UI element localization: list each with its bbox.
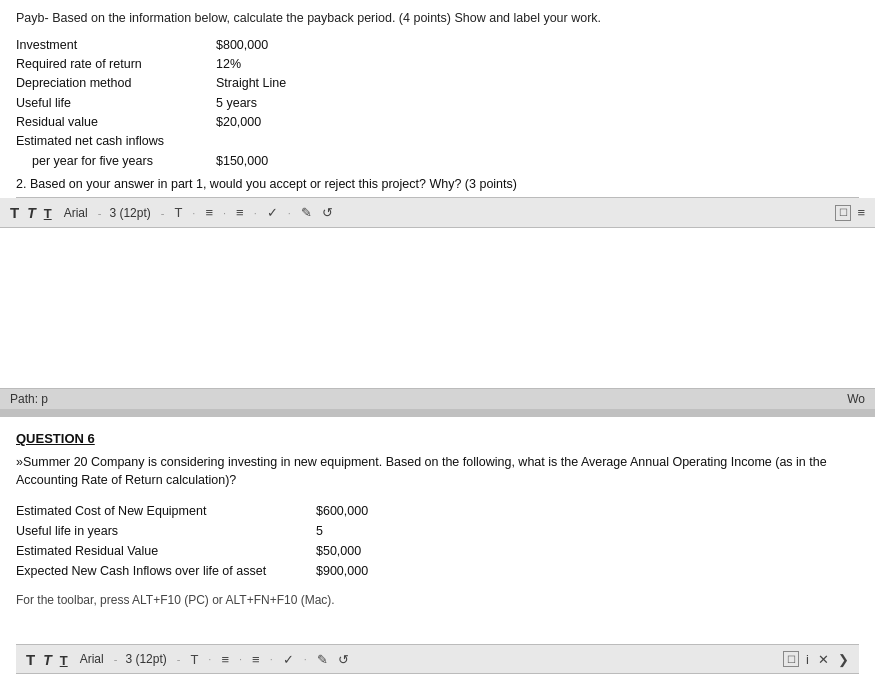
right-icon-expand[interactable]: ❯: [836, 652, 851, 667]
path-bar: Path: p Wo: [0, 388, 875, 409]
text-color-icon-2[interactable]: T: [188, 652, 200, 667]
label-useful-life: Useful life: [16, 94, 216, 113]
sep6: ·: [288, 207, 291, 219]
value-investment: $800,000: [216, 36, 268, 55]
right-icon-close[interactable]: ✕: [816, 652, 831, 667]
label-useful-life-q6: Useful life in years: [16, 521, 316, 541]
top-section: Payb- Based on the information below, ca…: [0, 0, 875, 198]
page-container: Payb- Based on the information below, ca…: [0, 0, 875, 674]
table-row: Estimated Cost of New Equipment $600,000: [16, 501, 859, 521]
text-format-buttons: T T T: [8, 204, 54, 221]
right-icon-info[interactable]: i: [804, 652, 811, 667]
sep5: ·: [254, 207, 257, 219]
table-row: Depreciation method Straight Line: [16, 74, 859, 93]
text-color-icon[interactable]: T: [172, 205, 184, 220]
undo-icon-2[interactable]: ↺: [336, 652, 351, 667]
toolbar-1: T T T Arial - 3 (12pt) - T · ≡ · ≡ · ✓ ·…: [0, 198, 875, 228]
table-row: Expected New Cash Inflows over life of a…: [16, 561, 859, 581]
table-row: Required rate of return 12%: [16, 55, 859, 74]
table-row: Estimated net cash inflows: [16, 132, 859, 151]
italic-button[interactable]: T: [25, 205, 38, 221]
sep1: -: [98, 207, 102, 219]
value-useful-life-q6: 5: [316, 521, 323, 541]
value-equipment-cost: $600,000: [316, 501, 368, 521]
toolbar-2-right: ☐ i ✕ ❯: [783, 651, 851, 667]
section-divider: [0, 409, 875, 417]
path-text: Path: p: [10, 392, 48, 406]
bold-button-2[interactable]: T: [24, 651, 37, 668]
check-icon[interactable]: ✓: [265, 205, 280, 220]
value-residual: $20,000: [216, 113, 261, 132]
table-row: Investment $800,000: [16, 36, 859, 55]
sep-b6: ·: [304, 653, 307, 665]
bottom-section: QUESTION 6 »Summer 20 Company is conside…: [0, 417, 875, 674]
indent-icon[interactable]: ≡: [234, 205, 246, 220]
label-equipment-cost: Estimated Cost of New Equipment: [16, 501, 316, 521]
right-icon-save[interactable]: ☐: [783, 651, 799, 667]
question-body: »Summer 20 Company is considering invest…: [16, 454, 859, 489]
label-residual: Residual value: [16, 113, 216, 132]
sep2: -: [161, 207, 165, 219]
underline-button[interactable]: T: [42, 206, 54, 221]
italic-button-2[interactable]: T: [41, 652, 54, 668]
bold-button[interactable]: T: [8, 204, 21, 221]
table-row: Useful life in years 5: [16, 521, 859, 541]
undo-icon[interactable]: ↺: [320, 205, 335, 220]
label-depreciation: Depreciation method: [16, 74, 216, 93]
label-investment: Investment: [16, 36, 216, 55]
edit-icon[interactable]: ✎: [299, 205, 314, 220]
value-useful-life: 5 years: [216, 94, 257, 113]
list-icon[interactable]: ≡: [203, 205, 215, 220]
font-selector[interactable]: Arial: [64, 206, 88, 220]
sep-b4: ·: [239, 653, 242, 665]
label-cash-inflows: Expected New Cash Inflows over life of a…: [16, 561, 316, 581]
right-icon-2[interactable]: ≡: [855, 205, 867, 220]
value-residual-q6: $50,000: [316, 541, 361, 561]
list-icon-2[interactable]: ≡: [219, 652, 231, 667]
table-row: per year for five years $150,000: [16, 152, 859, 171]
underline-button-2[interactable]: T: [58, 653, 70, 668]
size-selector-2[interactable]: 3 (12pt): [125, 652, 166, 666]
word-count: Wo: [847, 392, 865, 406]
editor-area-1[interactable]: [0, 228, 875, 388]
right-icon-1[interactable]: ☐: [835, 205, 851, 221]
toolbar-hint: For the toolbar, press ALT+F10 (PC) or A…: [16, 593, 859, 607]
sep-b2: -: [177, 653, 181, 665]
label-per-year: per year for five years: [16, 152, 216, 171]
table-row: Estimated Residual Value $50,000: [16, 541, 859, 561]
label-estimated-header: Estimated net cash inflows: [16, 132, 216, 151]
table-row: Residual value $20,000: [16, 113, 859, 132]
sep-b1: -: [114, 653, 118, 665]
value-rate: 12%: [216, 55, 241, 74]
table-row: Useful life 5 years: [16, 94, 859, 113]
sep3: ·: [192, 207, 195, 219]
label-residual-q6: Estimated Residual Value: [16, 541, 316, 561]
edit-icon-2[interactable]: ✎: [315, 652, 330, 667]
question-header: Payb- Based on the information below, ca…: [16, 10, 859, 28]
toolbar-2: T T T Arial - 3 (12pt) - T · ≡ · ≡ · ✓ ·…: [16, 644, 859, 674]
label-rate: Required rate of return: [16, 55, 216, 74]
part2-question: 2. Based on your answer in part 1, would…: [16, 177, 859, 198]
toolbar-right-icons: ☐ ≡: [835, 205, 867, 221]
q6-data-table: Estimated Cost of New Equipment $600,000…: [16, 501, 859, 581]
text-format-buttons-2: T T T: [24, 651, 70, 668]
sep-b5: ·: [270, 653, 273, 665]
value-cash-inflows: $900,000: [316, 561, 368, 581]
indent-icon-2[interactable]: ≡: [250, 652, 262, 667]
value-depreciation: Straight Line: [216, 74, 286, 93]
question-number: QUESTION 6: [16, 431, 859, 446]
sep-b3: ·: [208, 653, 211, 665]
check-icon-2[interactable]: ✓: [281, 652, 296, 667]
font-selector-2[interactable]: Arial: [80, 652, 104, 666]
size-selector[interactable]: 3 (12pt): [109, 206, 150, 220]
value-per-year: $150,000: [216, 152, 268, 171]
data-table-top: Investment $800,000 Required rate of ret…: [16, 36, 859, 172]
sep4: ·: [223, 207, 226, 219]
